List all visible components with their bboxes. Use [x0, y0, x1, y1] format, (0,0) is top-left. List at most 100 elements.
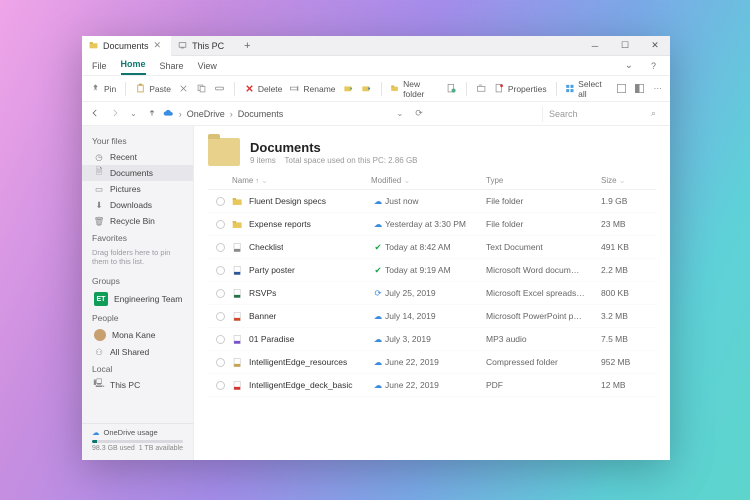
back-button[interactable]: [90, 108, 100, 120]
table-row[interactable]: IntelligentEdge_resources☁June 22, 2019C…: [208, 351, 656, 374]
row-checkbox[interactable]: [208, 335, 232, 344]
table-row[interactable]: Checklist✔Today at 8:42 AMText Document4…: [208, 236, 656, 259]
sync-status-icon: ✔: [371, 265, 385, 276]
newitem-icon: [446, 83, 457, 94]
row-checkbox[interactable]: [208, 381, 232, 390]
delete-button[interactable]: Delete: [244, 83, 283, 94]
row-checkbox[interactable]: [208, 358, 232, 367]
properties-label: Properties: [508, 84, 547, 94]
favorites-hint: Drag folders here to pin them to this li…: [82, 246, 193, 272]
sidebar-item-thispc[interactable]: 🖳This PC: [82, 377, 193, 393]
table-row[interactable]: Fluent Design specs☁Just nowFile folder1…: [208, 190, 656, 213]
col-modified[interactable]: Modified ⌄: [371, 176, 486, 185]
breadcrumb[interactable]: › OneDrive › Documents: [163, 108, 284, 119]
sidebar-item-downloads[interactable]: ⬇Downloads: [82, 197, 193, 213]
sidebar-item-documents[interactable]: 🗎Documents: [82, 165, 193, 181]
row-checkbox[interactable]: [208, 312, 232, 321]
tab-documents[interactable]: Documents ✕: [82, 36, 171, 56]
file-name-cell: Checklist: [232, 242, 371, 253]
cut-icon: [178, 83, 189, 94]
sidebar-item-person[interactable]: Mona Kane: [82, 326, 193, 344]
open-button[interactable]: [476, 83, 487, 94]
crumb-documents[interactable]: Documents: [238, 109, 284, 119]
maximize-button[interactable]: ☐: [610, 36, 640, 56]
collapse-ribbon-button[interactable]: ⌄: [625, 60, 633, 75]
rename-button[interactable]: Rename: [289, 83, 335, 94]
table-row[interactable]: RSVPs⟳July 25, 2019Microsoft Excel sprea…: [208, 282, 656, 305]
address-bar: ⌄ › OneDrive › Documents ⌄ ⟳ Search ⌕: [82, 102, 670, 126]
sidebar-item-pictures[interactable]: ▭Pictures: [82, 181, 193, 197]
up-button[interactable]: [147, 108, 157, 120]
col-size[interactable]: Size ⌄: [601, 176, 656, 185]
usage-total: 1 TB available: [139, 445, 183, 452]
row-checkbox[interactable]: [208, 266, 232, 275]
folder-icon: [208, 138, 240, 166]
crumb-seg[interactable]: ›: [230, 109, 233, 119]
table-row[interactable]: Party poster✔Today at 9:19 AMMicrosoft W…: [208, 259, 656, 282]
trash-icon: 🗑: [94, 216, 104, 226]
col-type[interactable]: Type: [486, 176, 601, 185]
ribbon-tab-share[interactable]: Share: [160, 61, 184, 75]
copy-button[interactable]: [196, 83, 207, 94]
selectall-button[interactable]: Select all: [565, 79, 608, 99]
copypath-button[interactable]: [214, 83, 225, 94]
table-row[interactable]: Expense reports☁Yesterday at 3:30 PMFile…: [208, 213, 656, 236]
forward-button[interactable]: [110, 108, 120, 120]
crumb-onedrive[interactable]: OneDrive: [187, 109, 225, 119]
pin-button[interactable]: Pin: [90, 83, 116, 94]
row-checkbox[interactable]: [208, 220, 232, 229]
file-name-cell: Expense reports: [232, 219, 371, 230]
close-icon[interactable]: ✕: [154, 40, 162, 51]
history-button[interactable]: ⌄: [130, 109, 137, 118]
row-checkbox[interactable]: [208, 243, 232, 252]
help-button[interactable]: ?: [647, 61, 660, 75]
newitem-button[interactable]: [446, 83, 457, 94]
copyto-button[interactable]: [361, 83, 372, 94]
search-box[interactable]: Search ⌕: [542, 106, 662, 122]
more-button[interactable]: ⋯: [654, 83, 663, 94]
invert-button[interactable]: [634, 83, 645, 94]
type-cell: MP3 audio: [486, 334, 601, 344]
tab-thispc[interactable]: This PC: [171, 36, 234, 56]
clock-icon: ◷: [94, 152, 104, 162]
selectnone-button[interactable]: [616, 83, 627, 94]
type-cell: Text Document: [486, 242, 601, 252]
sidebar-item-recent[interactable]: ◷Recent: [82, 149, 193, 165]
ribbon-tab-view[interactable]: View: [198, 61, 217, 75]
paste-button[interactable]: Paste: [135, 83, 171, 94]
newfolder-button[interactable]: New folder: [390, 79, 439, 99]
sidebar-item-label: All Shared: [110, 347, 149, 357]
moveto-icon: [343, 83, 354, 94]
modified-cell: July 14, 2019: [385, 311, 486, 321]
sidebar-header-yourfiles: Your files: [82, 132, 193, 149]
table-row[interactable]: 01 Paradise☁July 3, 2019MP3 audio7.5 MB: [208, 328, 656, 351]
download-icon: ⬇: [94, 200, 104, 210]
file-name: RSVPs: [249, 288, 276, 298]
sidebar-item-recyclebin[interactable]: 🗑Recycle Bin: [82, 213, 193, 229]
table-row[interactable]: Banner☁July 14, 2019Microsoft PowerPoint…: [208, 305, 656, 328]
minimize-button[interactable]: ─: [580, 36, 610, 56]
cut-button[interactable]: [178, 83, 189, 94]
refresh-button[interactable]: ⟳: [415, 108, 423, 119]
file-name-cell: Party poster: [232, 265, 371, 276]
path-dropdown[interactable]: ⌄: [397, 109, 404, 118]
size-cell: 491 KB: [601, 242, 656, 252]
sidebar-item-allshared[interactable]: ⚇All Shared: [82, 344, 193, 360]
invert-icon: [634, 83, 645, 94]
new-tab-button[interactable]: +: [234, 40, 260, 52]
sidebar-item-team[interactable]: ETEngineering Team: [82, 289, 193, 309]
moveto-button[interactable]: [343, 83, 354, 94]
col-name[interactable]: Name↑ ⌄: [232, 176, 371, 185]
pin-label: Pin: [104, 84, 116, 94]
properties-button[interactable]: Properties: [494, 83, 547, 94]
ribbon-tab-file[interactable]: File: [92, 61, 107, 75]
close-button[interactable]: ✕: [640, 36, 670, 56]
row-checkbox[interactable]: [208, 289, 232, 298]
newfolder-icon: [390, 83, 400, 94]
row-checkbox[interactable]: [208, 197, 232, 206]
crumb-seg[interactable]: ›: [179, 109, 182, 119]
content-pane: Documents 9 items Total space used on th…: [194, 126, 670, 460]
onedrive-usage[interactable]: ☁OneDrive usage 98.3 GB used1 TB availab…: [82, 423, 193, 460]
ribbon-tab-home[interactable]: Home: [121, 59, 146, 75]
table-row[interactable]: IntelligentEdge_deck_basic☁June 22, 2019…: [208, 374, 656, 397]
